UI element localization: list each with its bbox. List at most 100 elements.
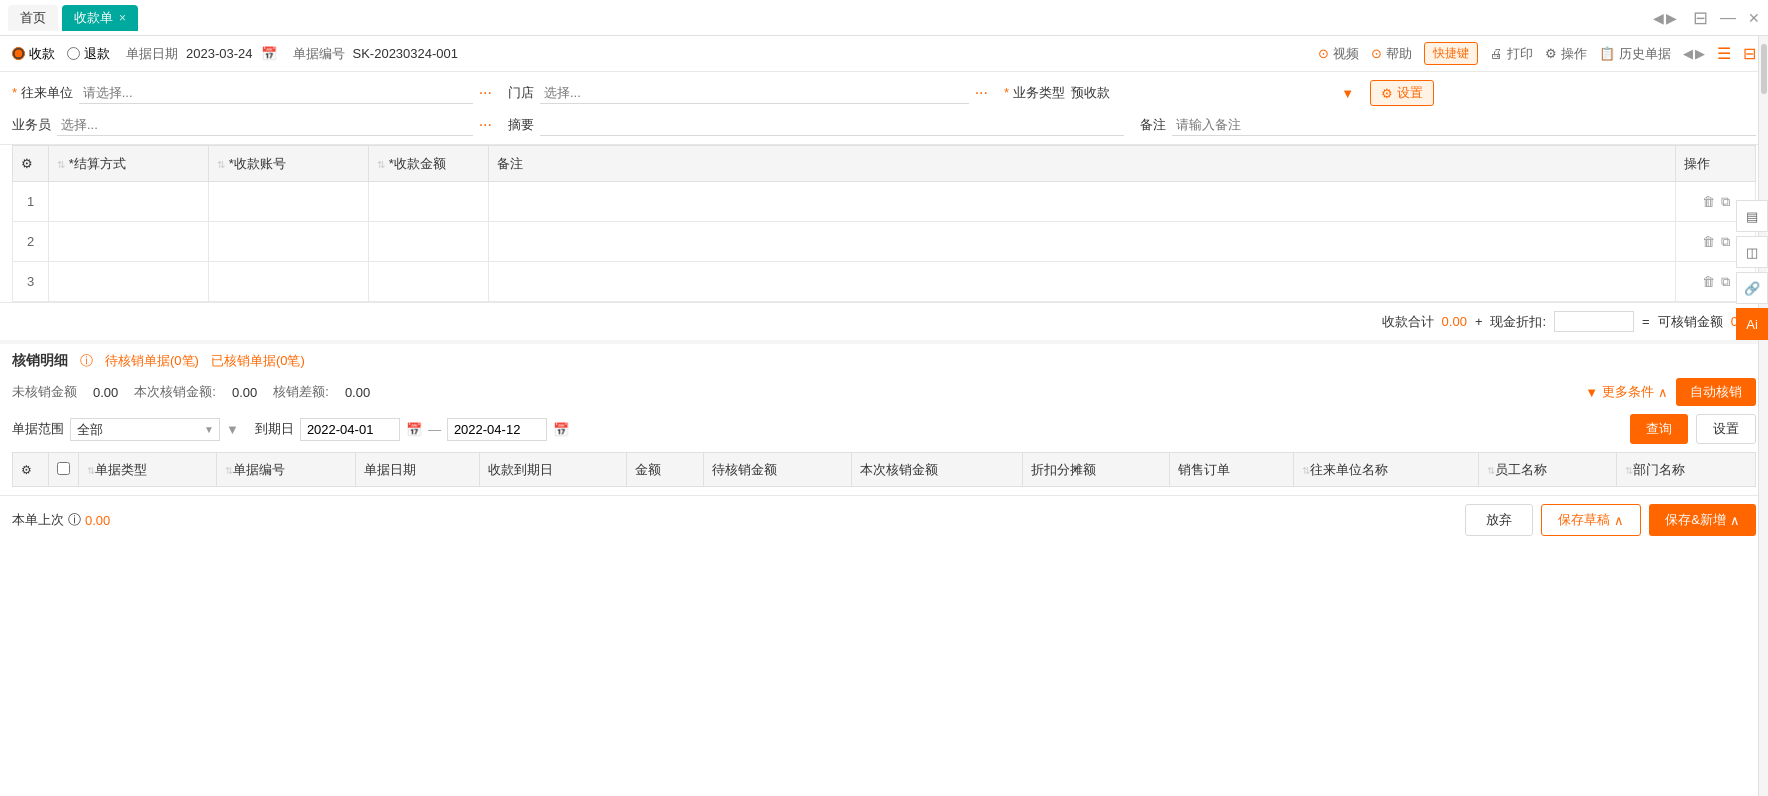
sidebar-icon-link[interactable]: 🔗 (1736, 272, 1768, 304)
sidebar-icon-table[interactable]: ▤ (1736, 200, 1768, 232)
verify-tabs: 待核销单据(0笔) 已核销单据(0笔) (105, 352, 305, 370)
salesperson-input[interactable] (57, 114, 473, 136)
view-grid-icon[interactable]: ⊟ (1693, 7, 1708, 29)
auto-verify-btn[interactable]: 自动核销 (1676, 378, 1756, 406)
date-calendar-from-icon[interactable]: 📅 (406, 422, 422, 437)
actions-btn[interactable]: ⚙ 操作 (1545, 45, 1587, 63)
video-btn[interactable]: ⊙ 视频 (1318, 45, 1359, 63)
row-1-account[interactable] (209, 182, 369, 222)
summary-input[interactable] (540, 114, 1124, 136)
list-view-icon[interactable]: ☰ (1717, 44, 1731, 63)
row-2-delete-icon[interactable]: 🗑 (1702, 234, 1715, 250)
date-to-input[interactable] (447, 418, 547, 441)
range-select-field: 单据范围 全部 销售单据 采购单据 ▼ (12, 418, 239, 441)
partner-more-icon[interactable]: ··· (479, 84, 492, 102)
window-minimize-icon[interactable]: — (1720, 9, 1736, 27)
sub-table: ⚙ ⇅单据类型 ⇅单据编号 单据日期 收款到期日 金额 待核销金额 本次核销金额… (12, 452, 1756, 487)
query-btn[interactable]: 查询 (1630, 414, 1688, 444)
row-2-amount[interactable] (369, 222, 489, 262)
row-1-notes[interactable] (489, 182, 1676, 222)
row-3-account[interactable] (209, 262, 369, 302)
shortcut-btn[interactable]: 快捷键 (1424, 42, 1478, 65)
row-3-settlement[interactable] (49, 262, 209, 302)
partner-field: * 往来单位 ··· (12, 82, 492, 104)
sub-col-checkbox[interactable] (49, 453, 79, 487)
history-btn[interactable]: 📋 历史单据 (1599, 45, 1671, 63)
form-row-2: 业务员 ··· 摘要 备注 (12, 114, 1756, 136)
table-settings-icon[interactable]: ⚙ (13, 146, 49, 182)
abandon-btn[interactable]: 放弃 (1465, 504, 1533, 536)
table-icon: ▤ (1746, 209, 1758, 224)
row-2-copy-icon[interactable]: ⧉ (1721, 234, 1730, 250)
row-1-amount[interactable] (369, 182, 489, 222)
row-3-copy-icon[interactable]: ⧉ (1721, 274, 1730, 290)
col-amount: ⇅ *收款金额 (369, 146, 489, 182)
radio-receipt[interactable]: 收款 (12, 45, 55, 63)
sub-col-current: 本次核销金额 (851, 453, 1022, 487)
row-2-settlement[interactable] (49, 222, 209, 262)
actions-icon: ⚙ (1545, 46, 1557, 61)
sub-col-number: ⇅单据编号 (217, 453, 355, 487)
verify-section: 核销明细 ⓘ 待核销单据(0笔) 已核销单据(0笔) 未核销金额 0.00 本次… (0, 340, 1768, 495)
partner-input[interactable] (79, 82, 473, 104)
grid-view-icon[interactable]: ⊟ (1743, 44, 1756, 63)
row-1-settlement[interactable] (49, 182, 209, 222)
discount-input[interactable] (1554, 311, 1634, 332)
range-dropdown-icon[interactable]: ▼ (226, 422, 239, 437)
prev-icon[interactable]: ◀ (1683, 46, 1693, 61)
date-from-input[interactable] (300, 418, 400, 441)
tab-pending[interactable]: 待核销单据(0笔) (105, 352, 199, 370)
verify-info-icon[interactable]: ⓘ (80, 352, 93, 370)
history-icon: 📋 (1599, 46, 1615, 61)
row-1-copy-icon[interactable]: ⧉ (1721, 194, 1730, 210)
nav-left-icon[interactable]: ◀ (1653, 10, 1664, 26)
receipt-table: ⚙ ⇅ *结算方式 ⇅ *收款账号 ⇅ *收款金额 备注 操作 (12, 145, 1756, 302)
settings-icon: ⚙ (1381, 86, 1393, 101)
row-1-delete-icon[interactable]: 🗑 (1702, 194, 1715, 210)
sidebar-icon-ai[interactable]: Ai (1736, 308, 1768, 340)
date-calendar-icon[interactable]: 📅 (261, 46, 277, 61)
save-draft-btn[interactable]: 保存草稿 ∧ (1541, 504, 1641, 536)
table-row: 3 🗑 ⧉ (13, 262, 1756, 302)
tab-close-icon[interactable]: × (119, 11, 126, 25)
scrollbar[interactable] (1758, 36, 1768, 796)
bottom-info-icon[interactable]: ⓘ (68, 511, 81, 529)
sub-settings-btn[interactable]: 设置 (1696, 414, 1756, 444)
help-btn[interactable]: ⊙ 帮助 (1371, 45, 1412, 63)
row-2-account[interactable] (209, 222, 369, 262)
link-icon: 🔗 (1744, 281, 1760, 296)
more-conditions-btn[interactable]: ▼ 更多条件 ∧ (1585, 383, 1668, 401)
verify-header: 核销明细 ⓘ 待核销单据(0笔) 已核销单据(0笔) (12, 352, 1756, 370)
nav-tab-receipt[interactable]: 收款单 × (62, 5, 138, 31)
print-btn[interactable]: 🖨 打印 (1490, 45, 1533, 63)
sub-col-type: ⇅单据类型 (79, 453, 217, 487)
range-select[interactable]: 全部 销售单据 采购单据 (70, 418, 220, 441)
row-3-delete-icon[interactable]: 🗑 (1702, 274, 1715, 290)
window-close-icon[interactable]: ✕ (1748, 10, 1760, 26)
sub-col-amount: 金额 (627, 453, 704, 487)
nav-right-icon[interactable]: ▶ (1666, 10, 1677, 26)
salesperson-field: 业务员 ··· (12, 114, 492, 136)
store-more-icon[interactable]: ··· (975, 84, 988, 102)
settings-button[interactable]: ⚙ 设置 (1370, 80, 1434, 106)
next-icon[interactable]: ▶ (1695, 46, 1705, 61)
notes-input[interactable] (1172, 114, 1756, 136)
sidebar-icon-document[interactable]: ◫ (1736, 236, 1768, 268)
ai-label: Ai (1746, 317, 1758, 332)
tab-done[interactable]: 已核销单据(0笔) (211, 352, 305, 370)
nav-tab-home[interactable]: 首页 (8, 5, 58, 31)
business-type-dropdown-icon[interactable]: ▼ (1341, 86, 1354, 101)
row-3-amount[interactable] (369, 262, 489, 302)
store-input[interactable] (540, 82, 969, 104)
date-calendar-to-icon[interactable]: 📅 (553, 422, 569, 437)
salesperson-more-icon[interactable]: ··· (479, 116, 492, 134)
sub-col-settings[interactable]: ⚙ (13, 453, 49, 487)
save-new-btn[interactable]: 保存&新增 ∧ (1649, 504, 1756, 536)
sub-col-date: 单据日期 (355, 453, 479, 487)
row-3-notes[interactable] (489, 262, 1676, 302)
last-value: 0.00 (85, 513, 110, 528)
row-2-notes[interactable] (489, 222, 1676, 262)
radio-refund[interactable]: 退款 (67, 45, 110, 63)
sub-col-partner: ⇅往来单位名称 (1293, 453, 1478, 487)
scrollbar-thumb[interactable] (1761, 44, 1767, 94)
